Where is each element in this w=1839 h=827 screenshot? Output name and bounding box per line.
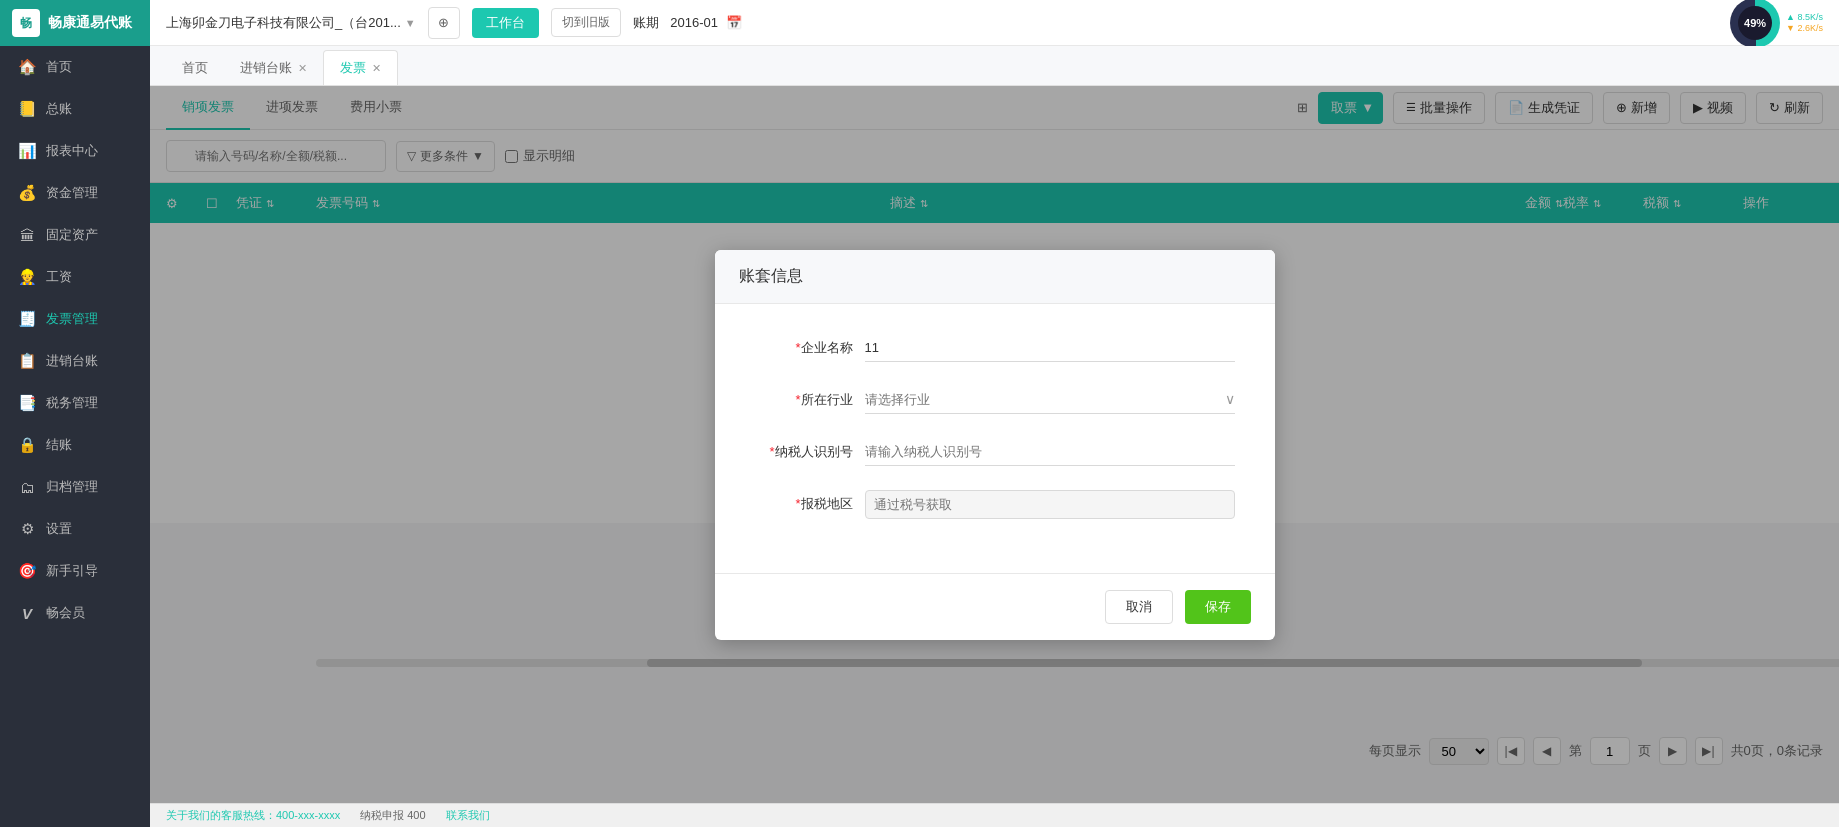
sidebar-item-salary[interactable]: 👷 工资 — [0, 256, 150, 298]
app-logo: 畅 畅康通易代账 — [0, 0, 150, 46]
period-info: 账期 2016-01 📅 — [633, 14, 742, 32]
member-icon: V — [18, 604, 36, 622]
header-right: 49% ▲ 8.5K/s ▼ 2.6K/s — [1730, 0, 1823, 48]
tab-home[interactable]: 首页 — [166, 51, 224, 85]
sidebar-item-home[interactable]: 🏠 首页 — [0, 46, 150, 88]
form-row-industry: *所在行业 ∨ — [755, 386, 1235, 414]
company-dropdown-icon[interactable]: ▼ — [405, 17, 416, 29]
sidebar-item-invoice[interactable]: 🧾 发票管理 — [0, 298, 150, 340]
tab-sales-ledger[interactable]: 进销台账 ✕ — [224, 51, 323, 85]
tab-home-label: 首页 — [182, 59, 208, 77]
speed-text: ▲ 8.5K/s ▼ 2.6K/s — [1786, 12, 1823, 33]
modal-footer: 取消 保存 — [715, 573, 1275, 640]
progress-circle: 49% — [1730, 0, 1780, 48]
sidebar-item-archive[interactable]: 🗂 归档管理 — [0, 466, 150, 508]
sales-ledger-icon: 📋 — [18, 352, 36, 370]
sidebar-label-settings: 设置 — [46, 520, 72, 538]
logo-text: 畅康通易代账 — [48, 14, 132, 32]
invoice-icon: 🧾 — [18, 310, 36, 328]
modal-body: *企业名称 *所在行业 ∨ — [715, 304, 1275, 573]
contact-link[interactable]: 联系我们 — [446, 808, 490, 823]
sidebar-item-member[interactable]: V 畅会员 — [0, 592, 150, 634]
bottom-bar: 关于我们的客服热线：400-xxx-xxxx 纳税申报 400 联系我们 — [150, 803, 1839, 827]
cancel-button[interactable]: 取消 — [1105, 590, 1173, 624]
sidebar-item-sales-ledger[interactable]: 📋 进销台账 — [0, 340, 150, 382]
gear-icon: ⚙ — [18, 520, 36, 538]
finance-icon: 💰 — [18, 184, 36, 202]
sidebar-label-invoice: 发票管理 — [46, 310, 98, 328]
account-info-modal: 账套信息 *企业名称 *所在行业 — [715, 250, 1275, 640]
top-header: 上海卯金刀电子科技有限公司_（台201... ▼ ⊕ 工作台 切到旧版 账期 2… — [150, 0, 1839, 46]
sidebar-label-reports: 报表中心 — [46, 142, 98, 160]
sidebar-item-settings[interactable]: ⚙ 设置 — [0, 508, 150, 550]
company-name-input[interactable] — [865, 334, 1235, 362]
bottom-version: 纳税申报 400 — [360, 808, 425, 823]
main-content: 上海卯金刀电子科技有限公司_（台201... ▼ ⊕ 工作台 切到旧版 账期 2… — [150, 0, 1839, 827]
tax-id-input[interactable] — [865, 438, 1235, 466]
sidebar-item-tax[interactable]: 📑 税务管理 — [0, 382, 150, 424]
speed-down: ▼ 2.6K/s — [1786, 23, 1823, 33]
form-label-industry: *所在行业 — [755, 391, 865, 409]
sidebar-item-reports[interactable]: 📊 报表中心 — [0, 130, 150, 172]
bottom-link1: 关于我们的客服热线：400-xxx-xxxx — [166, 808, 340, 823]
close-accounts-icon: 🔒 — [18, 436, 36, 454]
speed-up: ▲ 8.5K/s — [1786, 12, 1823, 22]
fixed-assets-icon: 🏛 — [18, 226, 36, 244]
tab-sales-ledger-label: 进销台账 — [240, 59, 292, 77]
salary-icon: 👷 — [18, 268, 36, 286]
chevron-down-icon: ∨ — [1225, 391, 1235, 407]
form-row-tax-region: *报税地区 — [755, 490, 1235, 519]
tab-invoice-close[interactable]: ✕ — [372, 62, 381, 75]
industry-select-wrap[interactable]: ∨ — [865, 386, 1235, 414]
header-copy-icon[interactable]: ⊕ — [428, 7, 460, 39]
sidebar-item-finance[interactable]: 💰 资金管理 — [0, 172, 150, 214]
form-label-tax-id: *纳税人识别号 — [755, 443, 865, 461]
workbench-button[interactable]: 工作台 — [472, 8, 539, 38]
guide-icon: 🎯 — [18, 562, 36, 580]
sidebar-label-sales-ledger: 进销台账 — [46, 352, 98, 370]
form-label-tax-region: *报税地区 — [755, 495, 865, 513]
calendar-icon[interactable]: 📅 — [726, 15, 742, 30]
speed-widget: 49% ▲ 8.5K/s ▼ 2.6K/s — [1730, 0, 1823, 48]
sidebar-item-close-accounts[interactable]: 🔒 结账 — [0, 424, 150, 466]
reports-icon: 📊 — [18, 142, 36, 160]
sidebar-label-archive: 归档管理 — [46, 478, 98, 496]
form-row-company-name: *企业名称 — [755, 334, 1235, 362]
sidebar-label-fixed-assets: 固定资产 — [46, 226, 98, 244]
sidebar-label-tax: 税务管理 — [46, 394, 98, 412]
sidebar-label-guide: 新手引导 — [46, 562, 98, 580]
switch-old-button[interactable]: 切到旧版 — [551, 8, 621, 37]
tabs-bar: 首页 进销台账 ✕ 发票 ✕ — [150, 46, 1839, 86]
modal-title: 账套信息 — [715, 250, 1275, 304]
tab-invoice-label: 发票 — [340, 59, 366, 77]
industry-input[interactable] — [865, 386, 1235, 413]
tax-region-input — [865, 490, 1235, 519]
ledger-icon: 📒 — [18, 100, 36, 118]
company-name: 上海卯金刀电子科技有限公司_（台201... ▼ — [166, 14, 416, 32]
tax-icon: 📑 — [18, 394, 36, 412]
sidebar-label-salary: 工资 — [46, 268, 72, 286]
sidebar-label-home: 首页 — [46, 58, 72, 76]
logo-icon: 畅 — [12, 9, 40, 37]
sidebar-label-close-accounts: 结账 — [46, 436, 72, 454]
modal-overlay: 账套信息 *企业名称 *所在行业 — [150, 86, 1839, 803]
progress-value: 49% — [1738, 6, 1772, 40]
sidebar-label-member: 畅会员 — [46, 604, 85, 622]
sidebar-item-fixed-assets[interactable]: 🏛 固定资产 — [0, 214, 150, 256]
form-row-tax-id: *纳税人识别号 — [755, 438, 1235, 466]
home-icon: 🏠 — [18, 58, 36, 76]
sidebar-label-finance: 资金管理 — [46, 184, 98, 202]
sidebar-label-ledger: 总账 — [46, 100, 72, 118]
sidebar-item-ledger[interactable]: 📒 总账 — [0, 88, 150, 130]
tab-sales-ledger-close[interactable]: ✕ — [298, 62, 307, 75]
form-label-company-name: *企业名称 — [755, 339, 865, 357]
content-area: 销项发票 进项发票 费用小票 ⊞ 取票 ▼ ☰ 批量操作 — [150, 86, 1839, 803]
save-button[interactable]: 保存 — [1185, 590, 1251, 624]
sidebar: 畅 畅康通易代账 🏠 首页 📒 总账 📊 报表中心 💰 资金管理 🏛 固定资产 … — [0, 0, 150, 827]
support-link[interactable]: 关于我们的客服热线：400-xxx-xxxx — [166, 809, 340, 821]
tab-invoice[interactable]: 发票 ✕ — [323, 50, 398, 85]
sidebar-item-guide[interactable]: 🎯 新手引导 — [0, 550, 150, 592]
archive-icon: 🗂 — [18, 478, 36, 496]
